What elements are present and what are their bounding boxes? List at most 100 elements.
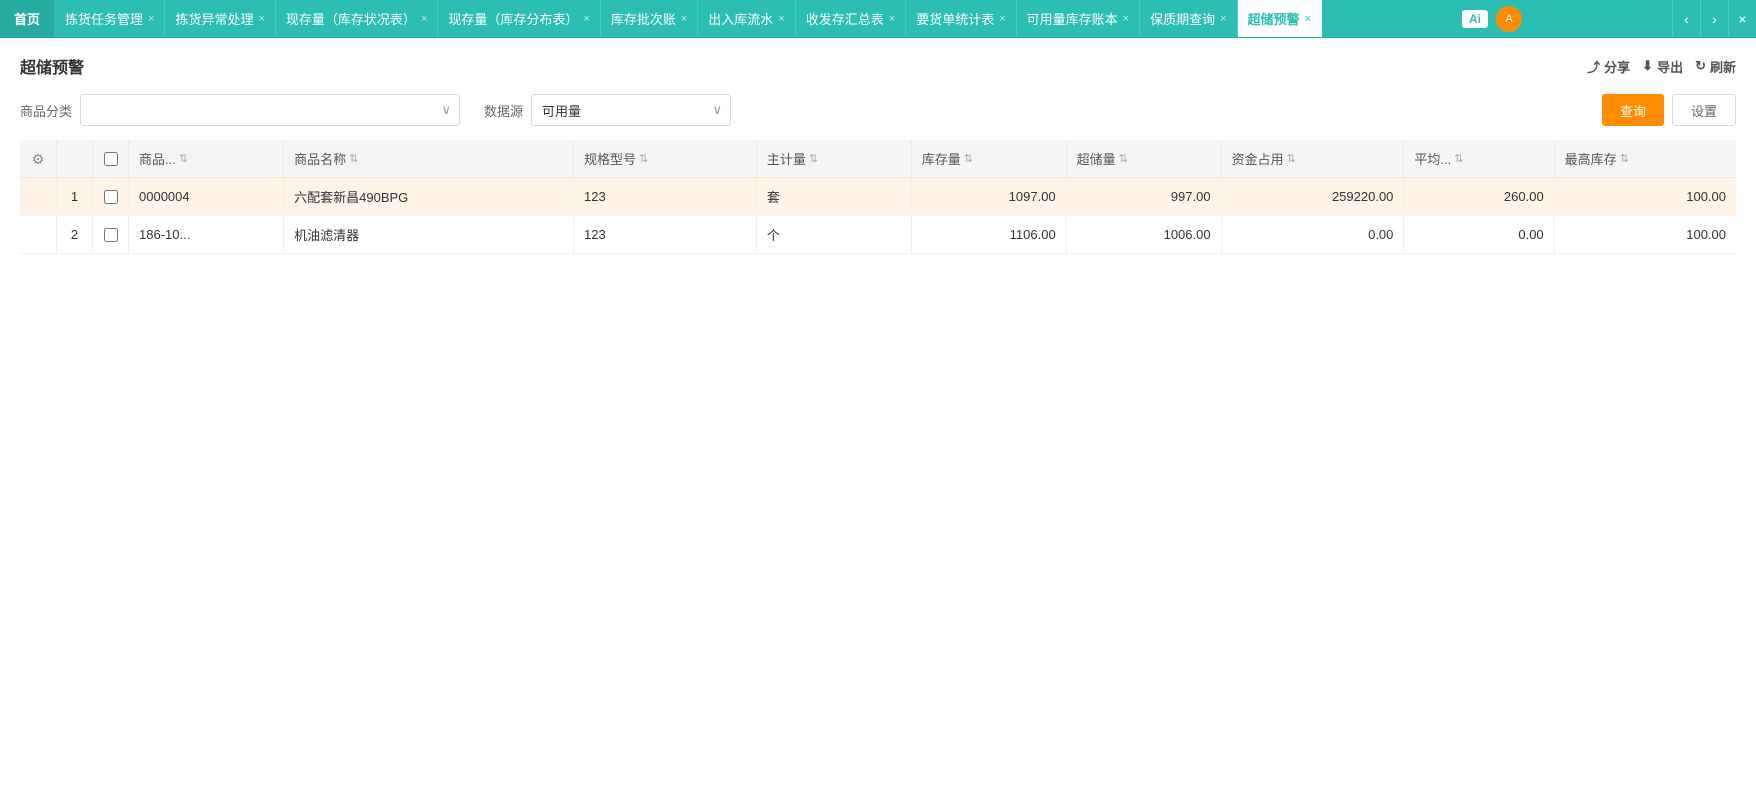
th-avg[interactable]: 平均... — [1404, 140, 1554, 178]
ai-button[interactable]: Ai — [1462, 10, 1488, 28]
td-product-name-0: 六配套新昌490BPG — [284, 178, 574, 216]
export-button[interactable]: ⬇ 导出 — [1642, 57, 1683, 76]
th-overstock[interactable]: 超储量 — [1066, 140, 1221, 178]
close-tab-7[interactable]: × — [999, 13, 1005, 25]
td-avg-1: 0.00 — [1404, 216, 1554, 254]
td-stock-0: 1097.00 — [911, 178, 1066, 216]
datasource-label: 数据源 — [484, 101, 523, 120]
td-avg-0: 260.00 — [1404, 178, 1554, 216]
td-gear-0 — [20, 178, 57, 216]
sort-overstock[interactable]: 超储量 — [1077, 149, 1128, 168]
nav-arrow-group: ‹ › × — [1672, 0, 1756, 38]
td-product-code-1: 186-10... — [129, 216, 284, 254]
chevron-down-icon: ∨ — [442, 102, 452, 118]
nav-tab-9[interactable]: 保质期查询 × — [1140, 0, 1237, 38]
share-icon: ⤴ — [1587, 57, 1600, 76]
sort-stock[interactable]: 库存量 — [922, 149, 973, 168]
td-capital-1: 0.00 — [1221, 216, 1404, 254]
close-tab-10[interactable]: × — [1305, 13, 1311, 25]
close-tab-8[interactable]: × — [1123, 13, 1129, 25]
table-header: ⚙ 商品... 商品名称 规格型号 主计量 — [20, 140, 1736, 178]
sort-capital[interactable]: 资金占用 — [1232, 149, 1296, 168]
td-stock-1: 1106.00 — [911, 216, 1066, 254]
close-tab-9[interactable]: × — [1220, 13, 1226, 25]
td-idx-0: 1 — [57, 178, 93, 216]
close-tab-6[interactable]: × — [889, 13, 895, 25]
th-spec[interactable]: 规格型号 — [574, 140, 757, 178]
gear-icon[interactable]: ⚙ — [30, 151, 46, 167]
nav-home[interactable]: 首页 — [0, 0, 55, 38]
td-cb-0[interactable] — [93, 178, 129, 216]
th-checkbox[interactable] — [93, 140, 129, 178]
td-max-stock-0: 100.00 — [1554, 178, 1736, 216]
td-unit-1: 个 — [756, 216, 911, 254]
top-nav: 首页 拣货任务管理 × 拣货异常处理 × 现存量（库存状况表） × 现存量（库存… — [0, 0, 1756, 38]
th-stock[interactable]: 库存量 — [911, 140, 1066, 178]
nav-prev-button[interactable]: ‹ — [1672, 0, 1700, 38]
settings-button[interactable]: 设置 — [1672, 94, 1736, 126]
th-index — [57, 140, 93, 178]
th-capital[interactable]: 资金占用 — [1221, 140, 1404, 178]
nav-tab-1[interactable]: 拣货异常处理 × — [165, 0, 275, 38]
td-capital-0: 259220.00 — [1221, 178, 1404, 216]
close-tab-0[interactable]: × — [148, 13, 154, 25]
close-tab-5[interactable]: × — [778, 13, 784, 25]
share-button[interactable]: ⤴ 分享 — [1587, 57, 1630, 76]
nav-tab-5[interactable]: 出入库流水 × — [698, 0, 795, 38]
td-max-stock-1: 100.00 — [1554, 216, 1736, 254]
data-table: ⚙ 商品... 商品名称 规格型号 主计量 — [20, 140, 1736, 254]
th-max-stock[interactable]: 最高库存 — [1554, 140, 1736, 178]
refresh-button[interactable]: ↻ 刷新 — [1695, 57, 1736, 76]
close-tab-1[interactable]: × — [258, 13, 264, 25]
table-row: 2 186-10... 机油滤清器 123 个 1106.00 1006.00 … — [20, 216, 1736, 254]
td-cb-1[interactable] — [93, 216, 129, 254]
sort-max-stock[interactable]: 最高库存 — [1565, 149, 1629, 168]
sort-product-code[interactable]: 商品... — [139, 149, 188, 168]
td-unit-0: 套 — [756, 178, 911, 216]
td-gear-1 — [20, 216, 57, 254]
table-row: 1 0000004 六配套新昌490BPG 123 套 1097.00 997.… — [20, 178, 1736, 216]
sort-spec[interactable]: 规格型号 — [584, 149, 648, 168]
nav-tab-8[interactable]: 可用量库存账本 × — [1017, 0, 1140, 38]
select-all-checkbox[interactable] — [104, 152, 118, 166]
nav-more-button[interactable]: × — [1728, 0, 1756, 38]
chevron-down-icon-2: ∨ — [713, 102, 723, 118]
filter-actions: 查询 设置 — [1602, 94, 1736, 126]
th-unit[interactable]: 主计量 — [756, 140, 911, 178]
nav-tab-3[interactable]: 现存量（库存分布表） × — [438, 0, 600, 38]
sort-avg[interactable]: 平均... — [1414, 149, 1463, 168]
row-checkbox-1[interactable] — [104, 228, 118, 242]
query-button[interactable]: 查询 — [1602, 94, 1664, 126]
topbar-right: Ai A — [1462, 6, 1532, 32]
filter-row: 商品分类 ∨ 数据源 可用量 ∨ 查询 设置 — [20, 94, 1736, 126]
row-checkbox-0[interactable] — [104, 190, 118, 204]
sort-unit[interactable]: 主计量 — [767, 149, 818, 168]
datasource-value: 可用量 — [542, 101, 581, 120]
close-tab-3[interactable]: × — [583, 13, 589, 25]
td-product-name-1: 机油滤清器 — [284, 216, 574, 254]
td-product-code-0: 0000004 — [129, 178, 284, 216]
close-tab-2[interactable]: × — [421, 13, 427, 25]
th-product-name[interactable]: 商品名称 — [284, 140, 574, 178]
nav-tab-10[interactable]: 超储预警 × — [1238, 0, 1322, 38]
nav-tab-7[interactable]: 要货单统计表 × — [906, 0, 1016, 38]
page-content: 超储预警 ⤴ 分享 ⬇ 导出 ↻ 刷新 商品分类 ∨ 数据源 — [0, 38, 1756, 270]
category-select[interactable]: ∨ — [80, 94, 460, 126]
nav-tab-0[interactable]: 拣货任务管理 × — [55, 0, 165, 38]
nav-next-button[interactable]: › — [1700, 0, 1728, 38]
nav-tab-6[interactable]: 收发存汇总表 × — [796, 0, 906, 38]
th-gear[interactable]: ⚙ — [20, 140, 57, 178]
td-spec-1: 123 — [574, 216, 757, 254]
td-idx-1: 2 — [57, 216, 93, 254]
page-actions: ⤴ 分享 ⬇ 导出 ↻ 刷新 — [1587, 57, 1736, 76]
datasource-select[interactable]: 可用量 ∨ — [531, 94, 731, 126]
table-body: 1 0000004 六配套新昌490BPG 123 套 1097.00 997.… — [20, 178, 1736, 254]
th-product-code[interactable]: 商品... — [129, 140, 284, 178]
close-tab-4[interactable]: × — [681, 13, 687, 25]
user-avatar[interactable]: A — [1496, 6, 1522, 32]
nav-tab-4[interactable]: 库存批次账 × — [601, 0, 698, 38]
export-icon: ⬇ — [1642, 58, 1653, 74]
nav-tab-2[interactable]: 现存量（库存状况表） × — [276, 0, 438, 38]
category-label: 商品分类 — [20, 101, 72, 120]
sort-product-name[interactable]: 商品名称 — [294, 149, 358, 168]
